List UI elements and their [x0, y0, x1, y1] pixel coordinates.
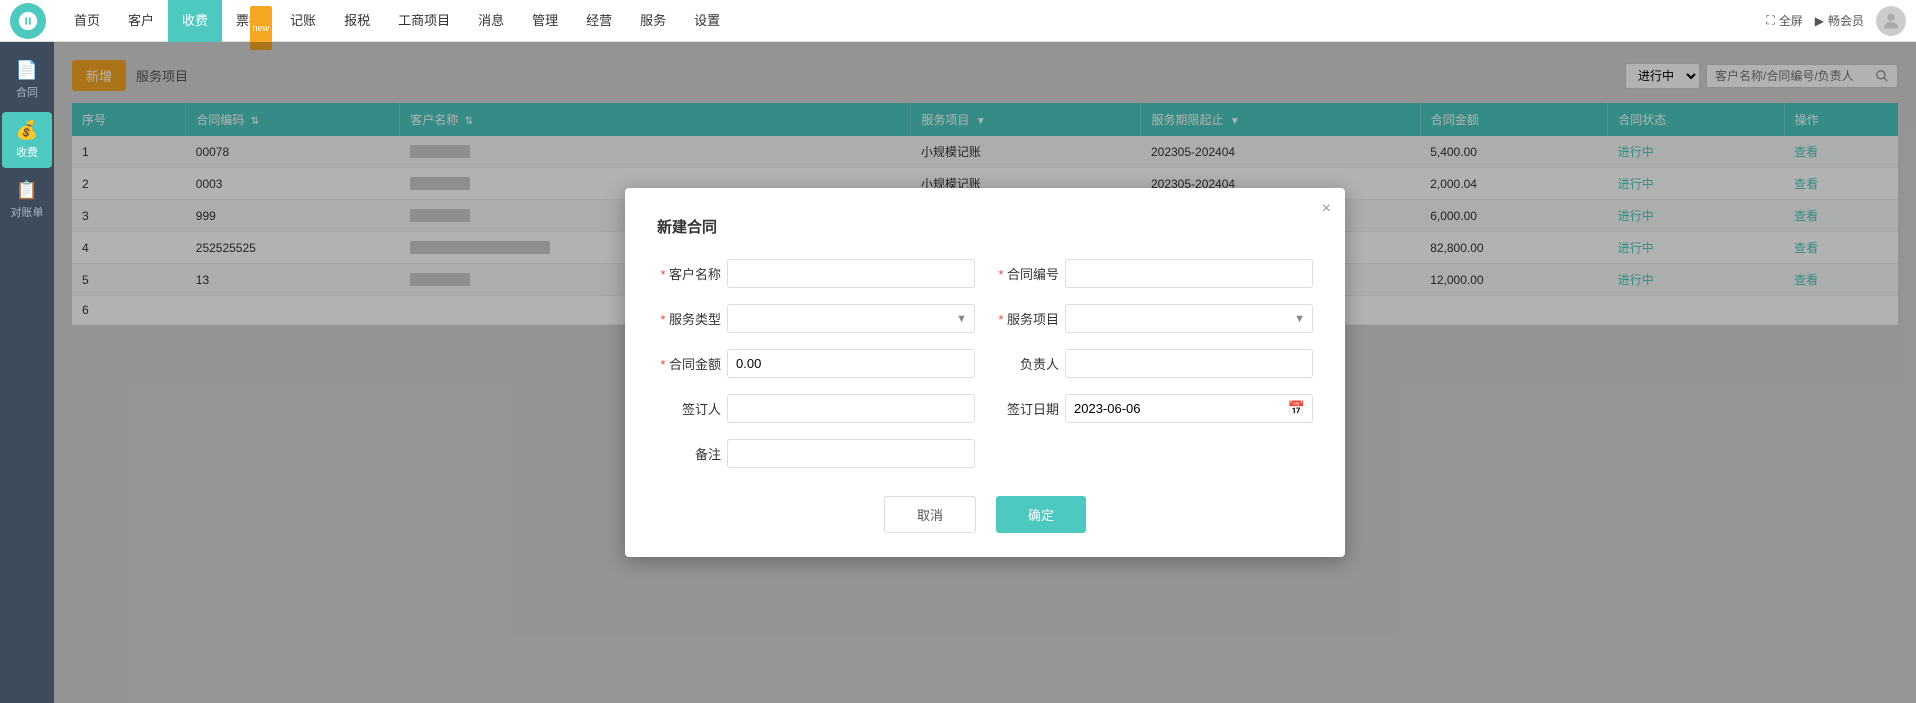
- contract-icon: 📄: [16, 60, 38, 81]
- field-customer-name: 客户名称: [657, 259, 975, 288]
- nav-home[interactable]: 首页: [60, 0, 114, 42]
- contract-amount-label: 合同金额: [657, 354, 721, 373]
- form-row-3: 合同金额 负责人: [657, 349, 1313, 378]
- field-notes-spacer: [995, 439, 1313, 468]
- field-service-item: 服务项目 ▼: [995, 304, 1313, 333]
- sign-date-label: 签订日期: [995, 399, 1059, 418]
- field-signer: 签订人: [657, 394, 975, 423]
- sidebar-item-label-contract: 合同: [16, 84, 38, 100]
- fullscreen-label: 全屏: [1779, 12, 1803, 29]
- sidebar-item-reconciliation[interactable]: 📋 对账单: [2, 172, 52, 228]
- reconciliation-icon: 📋: [16, 180, 38, 201]
- signer-label: 签订人: [657, 399, 721, 418]
- customer-name-label: 客户名称: [657, 264, 721, 283]
- modal-close-button[interactable]: ×: [1322, 200, 1331, 218]
- form-row-4: 签订人 签订日期 📅: [657, 394, 1313, 423]
- nav-service[interactable]: 服务: [626, 0, 680, 42]
- billing-icon: 💰: [16, 120, 38, 141]
- service-item-select-wrap: ▼: [1065, 304, 1313, 333]
- service-item-select[interactable]: [1065, 304, 1313, 333]
- sidebar-item-billing[interactable]: 💰 收费: [2, 112, 52, 168]
- nav-message[interactable]: 消息: [464, 0, 518, 42]
- contract-amount-input[interactable]: [727, 349, 975, 378]
- sidebar-item-label-billing: 收费: [16, 144, 38, 160]
- contract-no-label: 合同编号: [995, 264, 1059, 283]
- modal-footer: 取消 确定: [657, 496, 1313, 533]
- nav-customer[interactable]: 客户: [114, 0, 168, 42]
- main-content: 新增 服务项目 进行中 已完成 已终止: [54, 42, 1916, 703]
- fullscreen-button[interactable]: ⛶ 全屏: [1766, 12, 1802, 29]
- service-type-select[interactable]: [727, 304, 975, 333]
- field-sign-date: 签订日期 📅: [995, 394, 1313, 423]
- sign-date-wrap: 📅: [1065, 394, 1313, 423]
- confirm-button[interactable]: 确定: [996, 496, 1086, 533]
- nav-operation[interactable]: 经营: [572, 0, 626, 42]
- modal-overlay[interactable]: × 新建合同 客户名称 合同编号 服务类型: [54, 42, 1916, 703]
- nav-tax[interactable]: 报税: [330, 0, 384, 42]
- service-type-label: 服务类型: [657, 309, 721, 328]
- responsible-input[interactable]: [1065, 349, 1313, 378]
- avatar[interactable]: [1876, 6, 1906, 36]
- service-item-label: 服务项目: [995, 309, 1059, 328]
- logo[interactable]: [10, 3, 46, 39]
- form-row-1: 客户名称 合同编号: [657, 259, 1313, 288]
- nav-billing[interactable]: 收费: [168, 0, 222, 42]
- notes-label: 备注: [657, 444, 721, 463]
- new-contract-modal: × 新建合同 客户名称 合同编号 服务类型: [625, 188, 1345, 557]
- sidebar: 📄 合同 💰 收费 📋 对账单: [0, 42, 54, 703]
- play-icon: ▶: [1815, 14, 1824, 28]
- nav-invoice[interactable]: 票据 new: [222, 0, 276, 42]
- modal-title: 新建合同: [657, 216, 1313, 237]
- service-type-select-wrap: ▼: [727, 304, 975, 333]
- contract-no-input[interactable]: [1065, 259, 1313, 288]
- main-layout: 📄 合同 💰 收费 📋 对账单 新增 服务项目 进行中 已完成 已终止: [0, 42, 1916, 703]
- field-service-type: 服务类型 ▼: [657, 304, 975, 333]
- form-row-2: 服务类型 ▼ 服务项目: [657, 304, 1313, 333]
- member-button[interactable]: ▶ 畅会员: [1815, 12, 1864, 29]
- nav-business[interactable]: 工商项目: [384, 0, 464, 42]
- sign-date-input[interactable]: [1065, 394, 1313, 423]
- nav-right-actions: ⛶ 全屏 ▶ 畅会员: [1766, 6, 1906, 36]
- fullscreen-icon: ⛶: [1766, 13, 1774, 28]
- cancel-button[interactable]: 取消: [884, 496, 976, 533]
- nav-menu: 首页 客户 收费 票据 new 记账 报税 工商项目 消息 管理 经营 服务 设…: [60, 0, 734, 42]
- signer-input[interactable]: [727, 394, 975, 423]
- responsible-label: 负责人: [995, 354, 1059, 373]
- sidebar-item-contract[interactable]: 📄 合同: [2, 52, 52, 108]
- sidebar-item-label-reconciliation: 对账单: [11, 204, 44, 220]
- form-row-5: 备注: [657, 439, 1313, 468]
- member-label: 畅会员: [1828, 12, 1864, 29]
- field-responsible: 负责人: [995, 349, 1313, 378]
- field-contract-amount: 合同金额: [657, 349, 975, 378]
- notes-input[interactable]: [727, 439, 975, 468]
- field-contract-no: 合同编号: [995, 259, 1313, 288]
- nav-accounting[interactable]: 记账: [276, 0, 330, 42]
- field-notes: 备注: [657, 439, 975, 468]
- nav-manage[interactable]: 管理: [518, 0, 572, 42]
- top-navigation: 首页 客户 收费 票据 new 记账 报税 工商项目 消息 管理 经营 服务 设…: [0, 0, 1916, 42]
- nav-settings[interactable]: 设置: [680, 0, 734, 42]
- customer-name-input[interactable]: [727, 259, 975, 288]
